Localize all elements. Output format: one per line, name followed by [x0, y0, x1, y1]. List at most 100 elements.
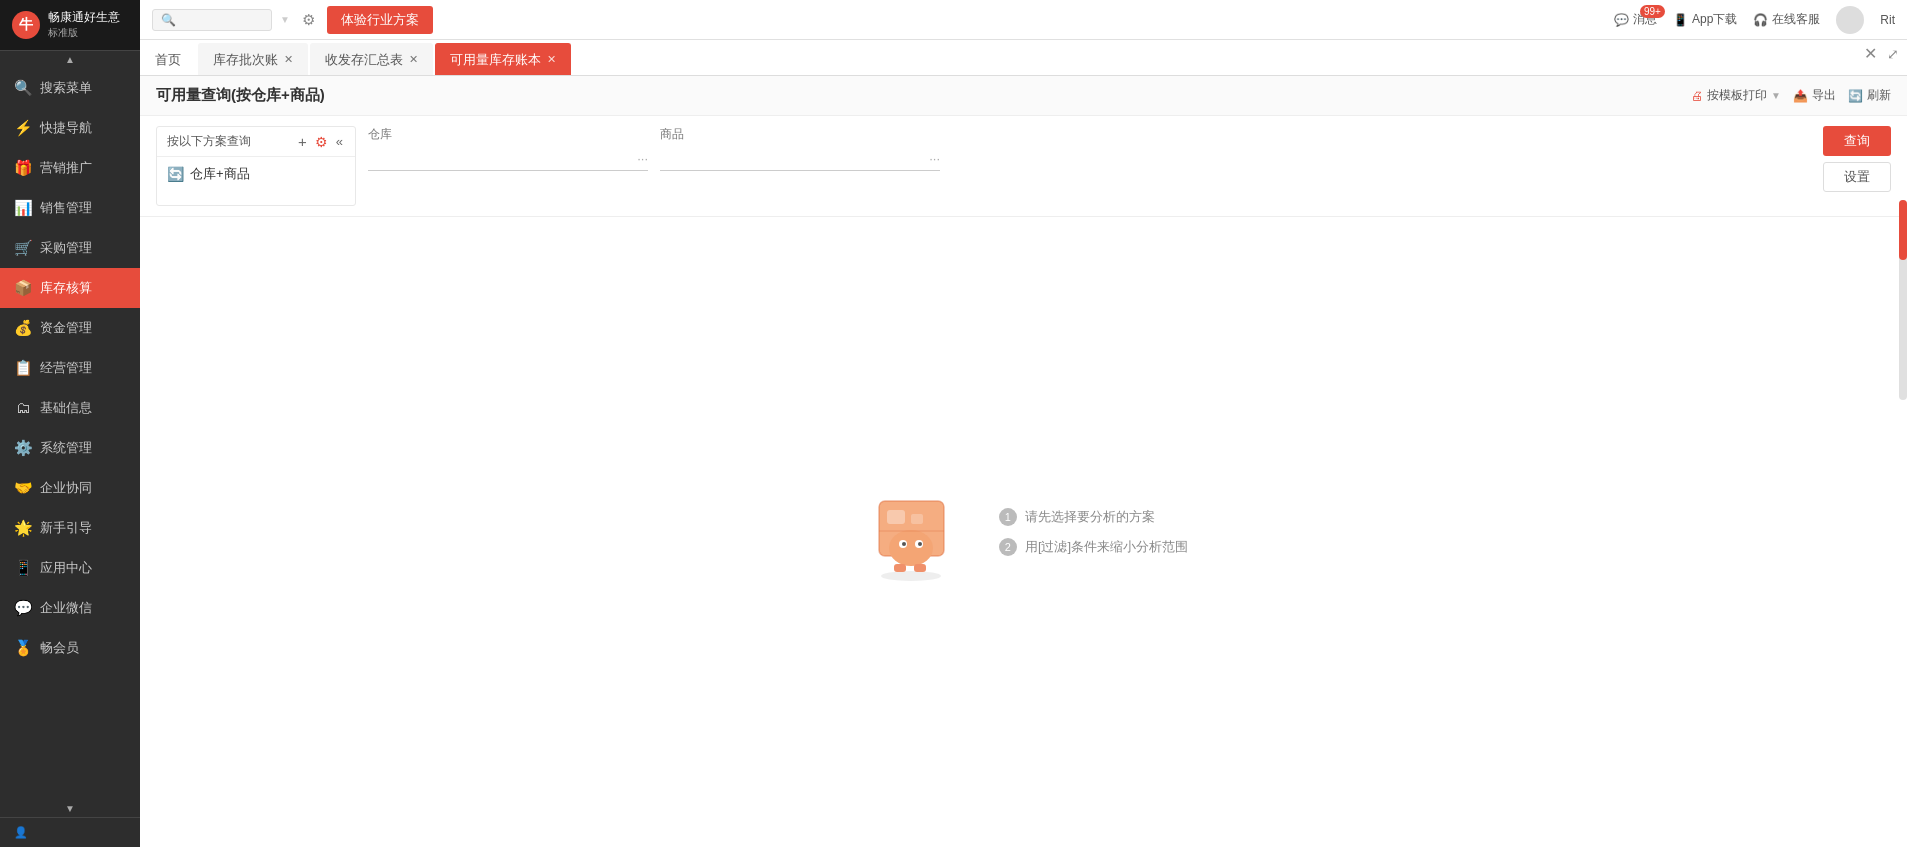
settings-btn[interactable]: 设置 [1823, 162, 1891, 192]
tab-available-qty[interactable]: 可用量库存账本 ✕ [435, 43, 571, 75]
right-scrollbar[interactable] [1899, 200, 1907, 400]
brand-sub: 标准版 [48, 26, 120, 40]
page-content: 可用量查询(按仓库+商品) 🖨 按模板打印 ▼ 📤 导出 🔄 刷新 [140, 76, 1907, 847]
sidebar-item-newbie[interactable]: 🌟 新手引导 [0, 508, 140, 548]
filter-group-product: 商品 ··· [660, 126, 940, 171]
brand-name: 畅康通好生意 [48, 10, 120, 26]
sidebar-item-label: 新手引导 [40, 519, 92, 537]
empty-hint-2: 2 用[过滤]条件来缩小分析范围 [999, 538, 1188, 556]
sidebar-item-sales[interactable]: 📊 销售管理 [0, 188, 140, 228]
refresh-btn[interactable]: 🔄 刷新 [1848, 87, 1891, 104]
tab-collect-summary[interactable]: 收发存汇总表 ✕ [310, 43, 433, 75]
warehouse-input[interactable] [368, 151, 633, 166]
online-service-label: 在线客服 [1772, 11, 1820, 28]
svg-point-6 [918, 542, 922, 546]
hint-text-2: 用[过滤]条件来缩小分析范围 [1025, 538, 1188, 556]
scheme-add-btn[interactable]: + [296, 133, 309, 150]
sidebar-item-inventory[interactable]: 📦 库存核算 [0, 268, 140, 308]
hint-number-2: 2 [999, 538, 1017, 556]
product-filter-label: 商品 [660, 126, 940, 143]
weixin-icon: 💬 [14, 599, 32, 617]
sidebar-item-shortcut[interactable]: ⚡ 快捷导航 [0, 108, 140, 148]
topbar-online-service-btn[interactable]: 🎧 在线客服 [1753, 11, 1820, 28]
topbar-search-box[interactable]: 🔍 [152, 9, 272, 31]
tab-batch-account[interactable]: 库存批次账 ✕ [198, 43, 308, 75]
enterprise-icon: 🤝 [14, 479, 32, 497]
search-icon: 🔍 [14, 79, 32, 97]
sidebar-item-search[interactable]: 🔍 搜索菜单 [0, 68, 140, 108]
tab-collect-summary-close[interactable]: ✕ [409, 53, 418, 66]
sidebar-item-label: 经营管理 [40, 359, 92, 377]
topbar-dropdown-arrow[interactable]: ▼ [280, 14, 290, 25]
tab-batch-account-close[interactable]: ✕ [284, 53, 293, 66]
scheme-settings-btn[interactable]: ⚙ [313, 134, 330, 150]
tab-home-label: 首页 [155, 51, 181, 69]
product-more-btn[interactable]: ··· [929, 151, 940, 166]
scheme-panel-label: 按以下方案查询 [167, 133, 251, 150]
empty-state-illustration [859, 476, 969, 589]
right-scrollbar-thumb[interactable] [1899, 200, 1907, 260]
sidebar-item-label: 基础信息 [40, 399, 92, 417]
page-header-actions: 🖨 按模板打印 ▼ 📤 导出 🔄 刷新 [1691, 87, 1891, 104]
sidebar-bottom[interactable]: 👤 [0, 817, 140, 847]
topbar-right: 💬 消息 99+ 📱 App下载 🎧 在线客服 Rit [1614, 6, 1895, 34]
topbar-industry-btn[interactable]: 体验行业方案 [327, 6, 433, 34]
scheme-collapse-btn[interactable]: « [334, 134, 345, 149]
sidebar-item-operations[interactable]: 📋 经营管理 [0, 348, 140, 388]
sidebar-nav: 🔍 搜索菜单 ⚡ 快捷导航 🎁 营销推广 📊 销售管理 🛒 采购管理 📦 库存核… [0, 68, 140, 800]
user-name-text[interactable]: Rit [1880, 13, 1895, 27]
query-btn[interactable]: 查询 [1823, 126, 1891, 156]
hint-text-1: 请先选择要分析的方案 [1025, 508, 1155, 526]
sidebar-item-app-center[interactable]: 📱 应用中心 [0, 548, 140, 588]
sidebar-item-member[interactable]: 🏅 畅会员 [0, 628, 140, 668]
sidebar-item-label: 畅会员 [40, 639, 79, 657]
sidebar-scroll-down[interactable]: ▼ [0, 800, 140, 817]
tabbar-close-btn[interactable]: ✕ [1864, 44, 1877, 63]
sidebar-item-purchase[interactable]: 🛒 采购管理 [0, 228, 140, 268]
sidebar-item-enterprise[interactable]: 🤝 企业协同 [0, 468, 140, 508]
sidebar-scroll-up[interactable]: ▲ [0, 51, 140, 68]
filter-area: 仓库 ··· 商品 ··· [368, 126, 1811, 171]
query-actions: 查询 设置 [1823, 126, 1891, 192]
scheme-panel-actions: + ⚙ « [296, 133, 345, 150]
tab-home[interactable]: 首页 [140, 43, 196, 75]
scheme-item-icon: 🔄 [167, 166, 184, 182]
export-label: 导出 [1812, 87, 1836, 104]
print-btn[interactable]: 🖨 按模板打印 ▼ [1691, 87, 1781, 104]
tab-available-qty-close[interactable]: ✕ [547, 53, 556, 66]
sidebar-item-marketing[interactable]: 🎁 营销推广 [0, 148, 140, 188]
topbar-gear-icon[interactable]: ⚙ [298, 7, 319, 33]
sidebar-item-label: 采购管理 [40, 239, 92, 257]
print-dropdown-icon[interactable]: ▼ [1771, 90, 1781, 101]
sidebar-item-weixin[interactable]: 💬 企业微信 [0, 588, 140, 628]
svg-point-10 [881, 571, 941, 581]
svg-rect-12 [914, 564, 926, 572]
warehouse-more-btn[interactable]: ··· [637, 151, 648, 166]
tabbar-expand-btn[interactable]: ⤢ [1887, 46, 1899, 62]
inventory-icon: 📦 [14, 279, 32, 297]
member-icon: 🏅 [14, 639, 32, 657]
topbar-app-download-btn[interactable]: 📱 App下载 [1673, 11, 1737, 28]
svg-point-2 [889, 530, 933, 566]
export-btn[interactable]: 📤 导出 [1793, 87, 1836, 104]
filter-group-warehouse: 仓库 ··· [368, 126, 648, 171]
operations-icon: 📋 [14, 359, 32, 377]
svg-rect-7 [887, 510, 905, 524]
topbar-message-btn[interactable]: 💬 消息 99+ [1614, 11, 1657, 28]
scheme-item-label: 仓库+商品 [190, 165, 250, 183]
sidebar-item-finance[interactable]: 💰 资金管理 [0, 308, 140, 348]
hint-number-1: 1 [999, 508, 1017, 526]
product-input[interactable] [660, 151, 925, 166]
page-title: 可用量查询(按仓库+商品) [156, 86, 325, 105]
topbar: 🔍 ▼ ⚙ 体验行业方案 💬 消息 99+ 📱 App下载 🎧 在线客服 Rit [140, 0, 1907, 40]
newbie-icon: 🌟 [14, 519, 32, 537]
app-download-label: App下载 [1692, 11, 1737, 28]
tab-available-qty-label: 可用量库存账本 [450, 51, 541, 69]
user-icon: 👤 [14, 826, 28, 839]
sidebar-item-label: 企业微信 [40, 599, 92, 617]
sidebar-item-system[interactable]: ⚙️ 系统管理 [0, 428, 140, 468]
sidebar-item-label: 应用中心 [40, 559, 92, 577]
main-area: 🔍 ▼ ⚙ 体验行业方案 💬 消息 99+ 📱 App下载 🎧 在线客服 Rit [140, 0, 1907, 847]
scheme-item-warehouse-product[interactable]: 🔄 仓库+商品 [157, 157, 355, 191]
sidebar-item-basic-info[interactable]: 🗂 基础信息 [0, 388, 140, 428]
